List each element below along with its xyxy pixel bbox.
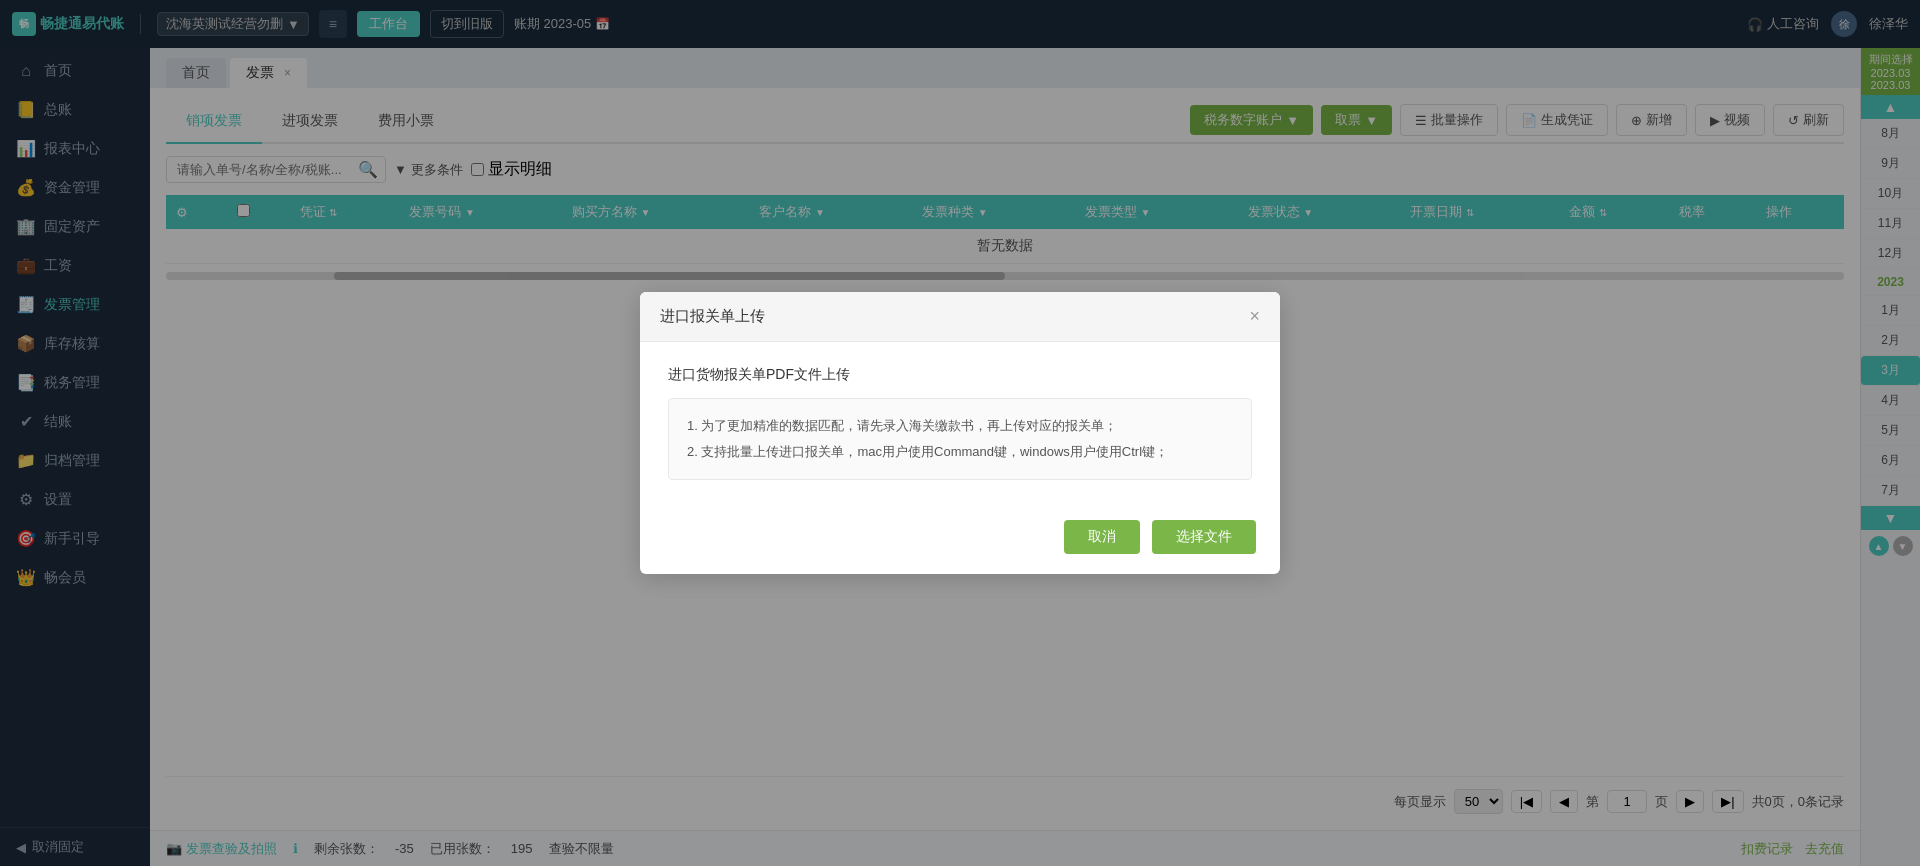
upload-modal: 进口报关单上传 × 进口货物报关单PDF文件上传 1. 为了更加精准的数据匹配，… — [640, 292, 1280, 574]
modal-body: 进口货物报关单PDF文件上传 1. 为了更加精准的数据匹配，请先录入海关缴款书，… — [640, 342, 1280, 504]
modal-footer: 取消 选择文件 — [640, 504, 1280, 574]
modal-info-line-1: 1. 为了更加精准的数据匹配，请先录入海关缴款书，再上传对应的报关单； — [687, 413, 1233, 439]
modal-title: 进口报关单上传 — [660, 307, 765, 326]
modal-cancel-btn[interactable]: 取消 — [1064, 520, 1140, 554]
modal-select-file-btn[interactable]: 选择文件 — [1152, 520, 1256, 554]
modal-info-line-2: 2. 支持批量上传进口报关单，mac用户使用Command键，windows用户… — [687, 439, 1233, 465]
modal-close-btn[interactable]: × — [1249, 306, 1260, 327]
modal-overlay[interactable]: 进口报关单上传 × 进口货物报关单PDF文件上传 1. 为了更加精准的数据匹配，… — [0, 0, 1920, 866]
modal-section-title: 进口货物报关单PDF文件上传 — [668, 366, 1252, 384]
modal-header: 进口报关单上传 × — [640, 292, 1280, 342]
modal-info-box: 1. 为了更加精准的数据匹配，请先录入海关缴款书，再上传对应的报关单； 2. 支… — [668, 398, 1252, 480]
